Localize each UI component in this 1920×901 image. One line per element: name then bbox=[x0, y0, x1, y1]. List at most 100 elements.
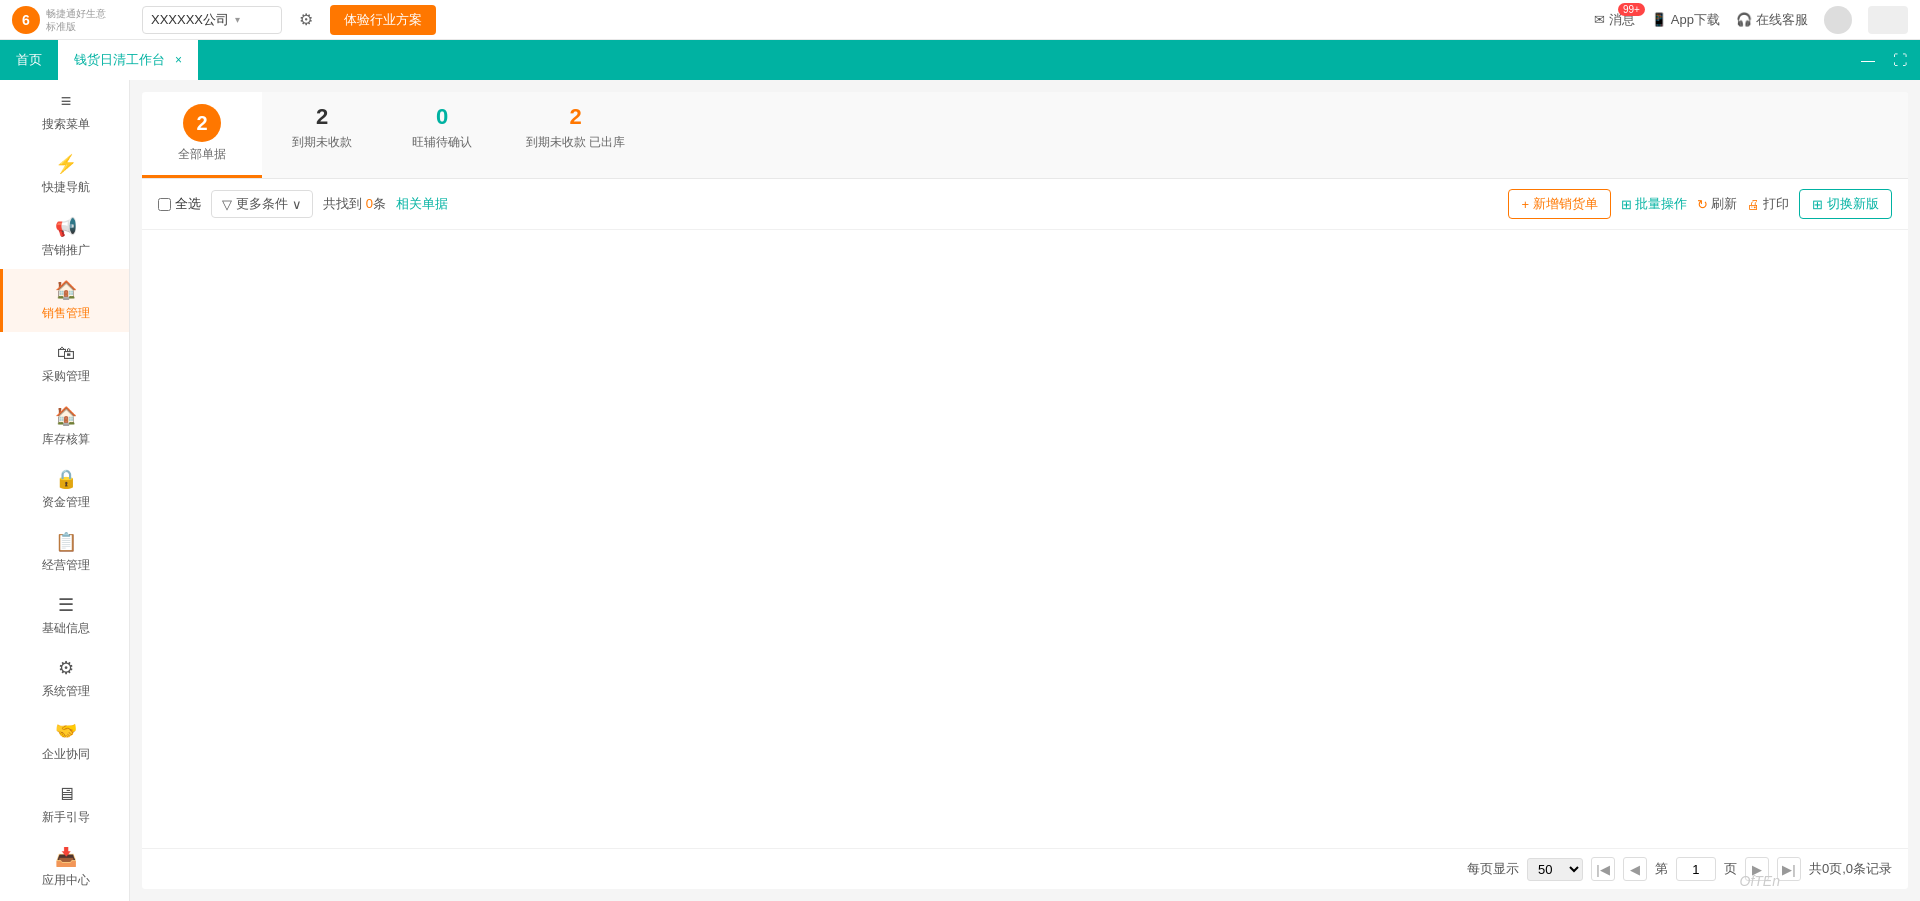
logo-icon: 6 bbox=[12, 6, 40, 34]
sidebar-label-inventory: 库存核算 bbox=[42, 431, 90, 448]
app-download-button[interactable]: 📱 App下载 bbox=[1651, 11, 1720, 29]
sidebar: ≡ 搜索菜单 ⚡ 快捷导航 📢 营销推广 🏠 销售管理 🛍 采购管理 🏠 库存核… bbox=[0, 80, 130, 901]
related-link[interactable]: 相关单据 bbox=[396, 195, 448, 213]
home-tab-label: 首页 bbox=[16, 51, 42, 69]
content-inner: 2 全部单据 2 到期未收款 0 旺辅待确认 2 到期未收款 已出库 bbox=[142, 92, 1908, 889]
tab-home[interactable]: 首页 bbox=[0, 40, 58, 80]
print-label: 打印 bbox=[1763, 195, 1789, 213]
experience-button[interactable]: 体验行业方案 bbox=[330, 5, 436, 35]
stat-tab-shipped[interactable]: 2 到期未收款 已出库 bbox=[502, 92, 649, 178]
toolbar-right: + 新增销货单 ⊞ 批量操作 ↻ 刷新 🖨 打印 bbox=[1508, 189, 1892, 219]
sales-icon: 🏠 bbox=[55, 279, 77, 301]
tab-bar-right: — ⛶ bbox=[1856, 40, 1920, 80]
content-area: 2 全部单据 2 到期未收款 0 旺辅待确认 2 到期未收款 已出库 bbox=[130, 80, 1920, 901]
sidebar-label-operations: 经营管理 bbox=[42, 557, 90, 574]
sidebar-label-purchase: 采购管理 bbox=[42, 368, 90, 385]
sidebar-label-finance: 资金管理 bbox=[42, 494, 90, 511]
select-all-input[interactable] bbox=[158, 198, 171, 211]
operations-icon: 📋 bbox=[55, 531, 77, 553]
filter-label: 更多条件 bbox=[236, 195, 288, 213]
stat-label-overdue: 到期未收款 bbox=[292, 134, 352, 151]
stat-label-wangwang: 旺辅待确认 bbox=[412, 134, 472, 151]
tab-close-button[interactable]: × bbox=[175, 53, 182, 67]
select-all-label: 全选 bbox=[175, 195, 201, 213]
last-page-button[interactable]: ▶| bbox=[1777, 857, 1801, 881]
stat-tab-wangwang[interactable]: 0 旺辅待确认 bbox=[382, 92, 502, 178]
sidebar-item-app-center[interactable]: 📥 应用中心 bbox=[0, 836, 129, 899]
user-avatar[interactable] bbox=[1824, 6, 1852, 34]
sidebar-item-system[interactable]: ⚙ 系统管理 bbox=[0, 647, 129, 710]
settings-button[interactable]: ⚙ bbox=[292, 6, 320, 34]
download-icon: 📱 bbox=[1651, 12, 1667, 27]
sidebar-item-guide[interactable]: 🖥 新手引导 bbox=[0, 773, 129, 836]
print-button[interactable]: 🖨 打印 bbox=[1747, 195, 1789, 213]
toolbar: 全选 ▽ 更多条件 ∨ 共找到 0条 相关单据 + 新增销货单 bbox=[142, 179, 1908, 230]
user-name-area[interactable] bbox=[1868, 6, 1908, 34]
logo-text: 畅捷通好生意 标准版 bbox=[46, 7, 106, 33]
chevron-down-icon: ▾ bbox=[235, 14, 240, 25]
message-button[interactable]: ✉ 消息 99+ bbox=[1594, 11, 1635, 29]
stat-tab-all[interactable]: 2 全部单据 bbox=[142, 92, 262, 178]
stat-num-shipped: 2 bbox=[570, 104, 582, 130]
prev-page-button[interactable]: ◀ bbox=[1623, 857, 1647, 881]
sidebar-item-finance[interactable]: 🔒 资金管理 bbox=[0, 458, 129, 521]
tab-maximize-button[interactable]: ⛶ bbox=[1888, 48, 1912, 72]
company-name: XXXXXX公司 bbox=[151, 11, 229, 29]
batch-icon: ⊞ bbox=[1621, 197, 1632, 212]
stat-num-all: 2 bbox=[183, 104, 221, 142]
add-sales-order-button[interactable]: + 新增销货单 bbox=[1508, 189, 1611, 219]
app-center-icon: 📥 bbox=[55, 846, 77, 868]
sidebar-item-marketing[interactable]: 📢 营销推广 bbox=[0, 206, 129, 269]
main-layout: ≡ 搜索菜单 ⚡ 快捷导航 📢 营销推广 🏠 销售管理 🛍 采购管理 🏠 库存核… bbox=[0, 80, 1920, 901]
stat-tab-overdue[interactable]: 2 到期未收款 bbox=[262, 92, 382, 178]
stat-num-overdue: 2 bbox=[316, 104, 328, 130]
page-label: 第 bbox=[1655, 860, 1668, 878]
sidebar-label-basic-info: 基础信息 bbox=[42, 620, 90, 637]
sidebar-label-search-menu: 搜索菜单 bbox=[42, 116, 90, 133]
stat-label-shipped: 到期未收款 已出库 bbox=[526, 134, 625, 151]
tab-minimize-button[interactable]: — bbox=[1856, 48, 1880, 72]
sidebar-label-app-center: 应用中心 bbox=[42, 872, 90, 889]
sidebar-item-cooperation[interactable]: 🤝 企业协同 bbox=[0, 710, 129, 773]
cooperation-icon: 🤝 bbox=[55, 720, 77, 742]
logo-area: 6 畅捷通好生意 标准版 bbox=[12, 6, 142, 34]
filter-button[interactable]: ▽ 更多条件 ∨ bbox=[211, 190, 313, 218]
stat-label-all: 全部单据 bbox=[178, 146, 226, 163]
purchase-icon: 🛍 bbox=[55, 342, 77, 364]
toolbar-left: 全选 ▽ 更多条件 ∨ 共找到 0条 相关单据 bbox=[158, 190, 1496, 218]
company-selector[interactable]: XXXXXX公司 ▾ bbox=[142, 6, 282, 34]
sidebar-label-sales: 销售管理 bbox=[42, 305, 90, 322]
online-service-button[interactable]: 🎧 在线客服 bbox=[1736, 11, 1808, 29]
switch-version-button[interactable]: ⊞ 切换新版 bbox=[1799, 189, 1892, 219]
stat-num-wangwang: 0 bbox=[436, 104, 448, 130]
tab-qianhuoriqing[interactable]: 钱货日清工作台 × bbox=[58, 40, 198, 80]
sidebar-item-purchase[interactable]: 🛍 采购管理 bbox=[0, 332, 129, 395]
first-page-button[interactable]: |◀ bbox=[1591, 857, 1615, 881]
search-menu-icon: ≡ bbox=[55, 90, 77, 112]
system-icon: ⚙ bbox=[55, 657, 77, 679]
guide-icon: 🖥 bbox=[55, 783, 77, 805]
top-right-actions: ✉ 消息 99+ 📱 App下载 🎧 在线客服 bbox=[1594, 6, 1908, 34]
page-input[interactable] bbox=[1676, 857, 1716, 881]
switch-icon: ⊞ bbox=[1812, 197, 1823, 212]
sidebar-item-inventory[interactable]: 🏠 库存核算 bbox=[0, 395, 129, 458]
marketing-icon: 📢 bbox=[55, 216, 77, 238]
per-page-select[interactable]: 10 20 50 100 bbox=[1527, 858, 1583, 881]
sidebar-item-basic-info[interactable]: ☰ 基础信息 bbox=[0, 584, 129, 647]
refresh-button[interactable]: ↻ 刷新 bbox=[1697, 195, 1737, 213]
total-label: 共0页,0条记录 bbox=[1809, 860, 1892, 878]
sidebar-label-marketing: 营销推广 bbox=[42, 242, 90, 259]
batch-operation-button[interactable]: ⊞ 批量操作 bbox=[1621, 195, 1687, 213]
found-text: 共找到 0条 bbox=[323, 195, 386, 213]
select-all-checkbox[interactable]: 全选 bbox=[158, 195, 201, 213]
quick-nav-icon: ⚡ bbox=[55, 153, 77, 175]
per-page-label: 每页显示 bbox=[1467, 860, 1519, 878]
sidebar-item-sales[interactable]: 🏠 销售管理 bbox=[0, 269, 129, 332]
batch-label: 批量操作 bbox=[1635, 195, 1687, 213]
sidebar-item-operations[interactable]: 📋 经营管理 bbox=[0, 521, 129, 584]
sidebar-item-quick-nav[interactable]: ⚡ 快捷导航 bbox=[0, 143, 129, 206]
sidebar-item-search-menu[interactable]: ≡ 搜索菜单 bbox=[0, 80, 129, 143]
service-icon: 🎧 bbox=[1736, 12, 1752, 27]
sidebar-label-guide: 新手引导 bbox=[42, 809, 90, 826]
found-num: 0 bbox=[366, 196, 373, 211]
